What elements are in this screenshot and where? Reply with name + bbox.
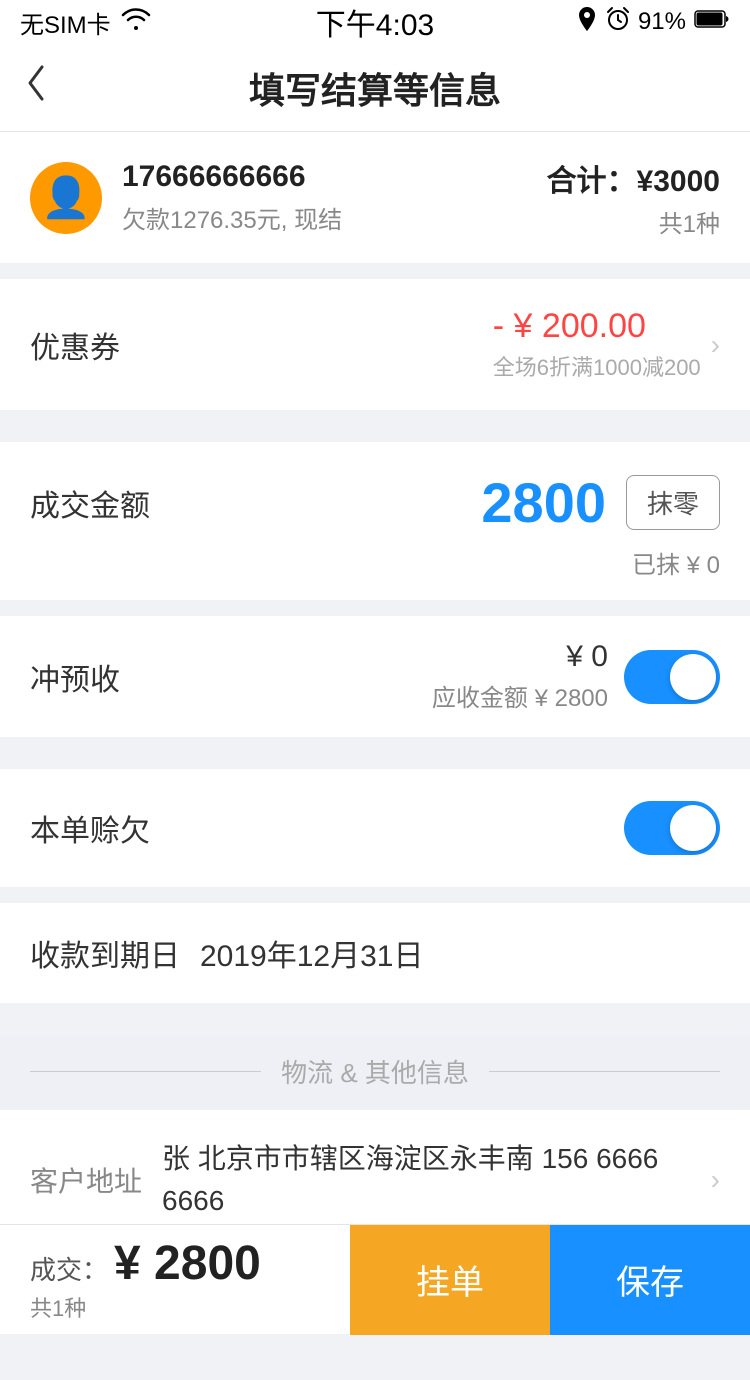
battery-icon: [694, 8, 730, 36]
duedate-row: 收款到期日 2019年12月31日: [0, 903, 750, 1003]
save-button[interactable]: 保存: [550, 1225, 750, 1335]
battery-text: 91%: [638, 8, 686, 36]
footer-deal-amount: ¥ 2800: [114, 1236, 261, 1291]
coupon-info: - ¥ 200.00 全场6折满1000减200: [493, 307, 701, 382]
customer-phone: 17666666666: [122, 160, 342, 194]
debt-toggle-knob: [670, 805, 716, 851]
avatar: 👤: [30, 162, 102, 234]
total-amount: 合计：¥3000: [547, 156, 720, 200]
header-line-left: [30, 1071, 261, 1072]
footer: 成交： ¥ 2800 共1种 挂单 保存: [0, 1224, 750, 1334]
address-label: 客户地址: [30, 1160, 142, 1200]
content-area: 👤 17666666666 欠款1276.35元, 现结 合计：¥3000 共1…: [0, 132, 750, 1380]
status-bar: 无SIM卡 下午4:03 91%: [0, 0, 750, 44]
avatar-icon: 👤: [41, 174, 91, 221]
separator-3: [0, 1019, 750, 1035]
footer-deal-label: 成交：: [30, 1250, 108, 1287]
separator-1: [0, 426, 750, 442]
customer-total: 合计：¥3000 共1种: [547, 156, 720, 239]
total-count: 共1种: [547, 204, 720, 239]
status-right: 91%: [576, 6, 730, 39]
charge-sub: 应收金额 ¥ 2800: [432, 678, 608, 713]
coupon-discount: - ¥ 200.00: [493, 307, 701, 346]
amount-label: 成交金额: [30, 481, 150, 525]
charge-row: 冲预收 ¥ 0 应收金额 ¥ 2800: [0, 616, 750, 737]
carrier-text: 无SIM卡: [20, 5, 111, 40]
customer-info: 17666666666 欠款1276.35元, 现结: [122, 160, 342, 235]
logistics-section-header: 物流 & 其他信息: [0, 1035, 750, 1108]
charge-right: ¥ 0 应收金额 ¥ 2800: [432, 640, 720, 713]
toggle-knob: [670, 654, 716, 700]
status-time: 下午4:03: [316, 0, 434, 44]
footer-info: 成交： ¥ 2800 共1种: [0, 1236, 350, 1323]
duedate-label: 收款到期日: [30, 931, 180, 975]
charge-label: 冲预收: [30, 655, 120, 699]
charge-info: ¥ 0 应收金额 ¥ 2800: [432, 640, 608, 713]
footer-deal-count: 共1种: [30, 1291, 320, 1323]
amount-section: 成交金额 2800 抹零 已抹 ¥ 0: [0, 442, 750, 600]
page-title: 填写结算等信息: [249, 62, 501, 114]
coupon-desc: 全场6折满1000减200: [493, 350, 701, 382]
charge-amount: ¥ 0: [432, 640, 608, 674]
amount-right: 2800 抹零: [481, 470, 720, 535]
debt-row: 本单赊欠: [0, 769, 750, 887]
charge-toggle[interactable]: [624, 650, 720, 704]
amount-value: 2800: [481, 470, 606, 535]
alarm-icon: [606, 6, 630, 39]
customer-left: 👤 17666666666 欠款1276.35元, 现结: [30, 160, 342, 235]
location-icon: [576, 6, 598, 39]
coupon-right: - ¥ 200.00 全场6折满1000减200 ›: [493, 307, 720, 382]
back-button[interactable]: [24, 63, 48, 113]
nav-bar: 填写结算等信息: [0, 44, 750, 132]
footer-deal-row: 成交： ¥ 2800: [30, 1236, 320, 1291]
address-arrow-icon: ›: [711, 1164, 720, 1196]
coupon-row[interactable]: 优惠券 - ¥ 200.00 全场6折满1000减200 ›: [0, 279, 750, 410]
coupon-label: 优惠券: [30, 323, 120, 367]
duedate-value: 2019年12月31日: [200, 931, 423, 975]
logistics-label: 物流 & 其他信息: [281, 1053, 469, 1090]
debt-toggle[interactable]: [624, 801, 720, 855]
coupon-arrow-icon: ›: [711, 329, 720, 361]
amount-sub: 已抹 ¥ 0: [0, 545, 750, 600]
wifi-icon: [121, 8, 151, 37]
customer-debt: 欠款1276.35元, 现结: [122, 200, 342, 235]
customer-info-row: 👤 17666666666 欠款1276.35元, 现结 合计：¥3000 共1…: [0, 132, 750, 263]
pending-button[interactable]: 挂单: [350, 1225, 550, 1335]
header-line-right: [489, 1071, 720, 1072]
separator-2: [0, 753, 750, 769]
address-content: 张 北京市市辖区海淀区永丰南 156 6666 6666: [162, 1138, 691, 1222]
amount-row: 成交金额 2800 抹零: [0, 442, 750, 545]
debt-label: 本单赊欠: [30, 806, 150, 850]
status-left: 无SIM卡: [20, 5, 151, 40]
round-button[interactable]: 抹零: [626, 475, 720, 530]
